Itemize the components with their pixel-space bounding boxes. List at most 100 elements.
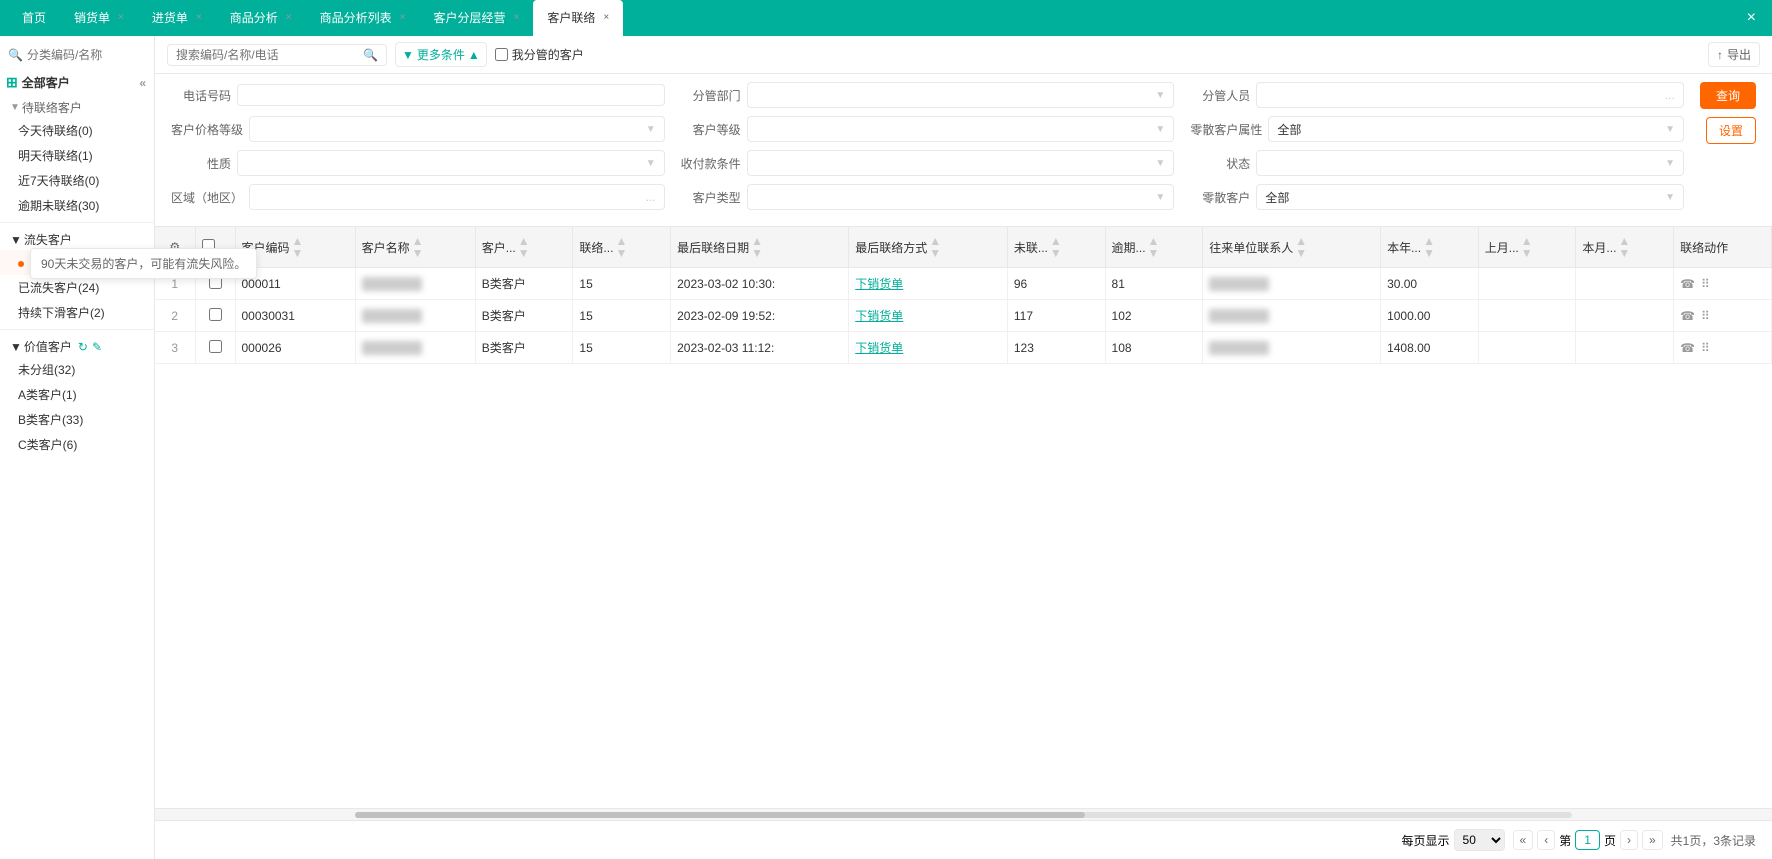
horizontal-scrollbar[interactable]: [155, 808, 1772, 820]
per-page-dropdown[interactable]: 50 100 200: [1454, 829, 1505, 851]
sidebar-search-input[interactable]: [27, 48, 146, 62]
nav-product-analysis[interactable]: 商品分析 ×: [216, 0, 306, 36]
pending-contact-group[interactable]: ▼ 待联络客户: [0, 95, 154, 118]
nav-customer-contact[interactable]: 客户联络 ×: [533, 0, 623, 36]
col-not-contacted[interactable]: 未联... ▲▼: [1007, 227, 1105, 268]
sidebar-item-class-b[interactable]: B类客户(33): [0, 407, 154, 432]
refresh-icon[interactable]: ↻: [78, 340, 88, 354]
sidebar-item-overdue-pending[interactable]: 逾期未联络(30): [0, 193, 154, 218]
sidebar-item-tomorrow-pending[interactable]: 明天待联络(1): [0, 143, 154, 168]
type-sort[interactable]: ▲▼: [518, 235, 530, 259]
collapse-icon[interactable]: «: [139, 76, 146, 90]
status-select[interactable]: ▼: [1256, 150, 1684, 176]
value-customer-group[interactable]: ▼ 价值客户 ↻ ✎: [0, 334, 154, 357]
scroll-thumb[interactable]: [355, 812, 1085, 818]
prev-page-button[interactable]: ‹: [1537, 830, 1555, 850]
gender-select[interactable]: ▼: [237, 150, 665, 176]
zero-retail-field: 零散客户 全部 ▼: [1190, 184, 1684, 210]
sidebar-item-ungrouped[interactable]: 未分组(32): [0, 357, 154, 382]
col-name[interactable]: 客户名称 ▲▼: [355, 227, 475, 268]
name-sort[interactable]: ▲▼: [412, 235, 424, 259]
close-sales-order[interactable]: ×: [118, 0, 124, 36]
table-row: 1 000011 B类客户 15 2023-03-02 10:30: 下销货单 …: [155, 268, 1772, 300]
row1-action-icons: ☎ ⠿: [1680, 277, 1765, 291]
nav-purchase-order[interactable]: 进货单 ×: [138, 0, 216, 36]
search-button[interactable]: 🔍: [363, 48, 378, 62]
row3-last-method[interactable]: 下销货单: [849, 332, 1008, 364]
col-last-contact-method[interactable]: 最后联络方式 ▲▼: [849, 227, 1008, 268]
nav-home[interactable]: 首页: [8, 0, 60, 36]
col-last-month[interactable]: 上月... ▲▼: [1478, 227, 1576, 268]
nav-customer-segmentation[interactable]: 客户分层经营 ×: [419, 0, 533, 36]
search-input[interactable]: [176, 48, 363, 62]
col-last-contact-date[interactable]: 最后联络日期 ▲▼: [671, 227, 849, 268]
nav-product-analysis-list[interactable]: 商品分析列表 ×: [306, 0, 420, 36]
dept-caret: ▼: [1155, 90, 1165, 101]
row2-checkbox[interactable]: [195, 300, 235, 332]
col-overdue[interactable]: 逾期... ▲▼: [1105, 227, 1203, 268]
current-page[interactable]: 1: [1575, 830, 1600, 850]
zero-retail-select[interactable]: 全部 ▼: [1256, 184, 1684, 210]
sidebar-item-7day-pending[interactable]: 近7天待联络(0): [0, 168, 154, 193]
close-product-analysis-list[interactable]: ×: [400, 0, 406, 36]
close-customer-contact[interactable]: ×: [603, 0, 609, 36]
sidebar-item-today-pending[interactable]: 今天待联络(0): [0, 118, 154, 143]
date-sort[interactable]: ▲▼: [751, 235, 763, 259]
row2-more-icon[interactable]: ⠿: [1701, 309, 1710, 323]
code-sort[interactable]: ▲▼: [292, 235, 304, 259]
price-level-select[interactable]: ▼: [249, 116, 665, 142]
row2-last-method[interactable]: 下销货单: [849, 300, 1008, 332]
query-button[interactable]: 查询: [1700, 82, 1756, 109]
not-contacted-sort[interactable]: ▲▼: [1050, 235, 1062, 259]
row3-code: 000026: [235, 332, 355, 364]
zero-attr-select[interactable]: 全部 ▼: [1268, 116, 1684, 142]
last-month-sort[interactable]: ▲▼: [1521, 235, 1533, 259]
close-product-analysis[interactable]: ×: [286, 0, 292, 36]
dept-select[interactable]: ▼: [747, 82, 1175, 108]
more-filter-button[interactable]: ▼ 更多条件 ▲: [395, 42, 487, 67]
close-all-tabs[interactable]: ×: [1739, 9, 1764, 27]
sidebar-item-declining[interactable]: 持续下滑客户(2): [0, 300, 154, 325]
manager-select[interactable]: ...: [1256, 82, 1684, 108]
unit-contact-sort[interactable]: ▲▼: [1295, 235, 1307, 259]
first-page-button[interactable]: «: [1513, 830, 1534, 850]
row3-checkbox[interactable]: [195, 332, 235, 364]
lost-customer-group[interactable]: ▼ 流失客户: [0, 227, 154, 250]
row1-phone-icon[interactable]: ☎: [1680, 277, 1695, 291]
customer-type-select[interactable]: ▼: [747, 184, 1175, 210]
row2-phone-icon[interactable]: ☎: [1680, 309, 1695, 323]
region-select[interactable]: ...: [249, 184, 665, 210]
scroll-track[interactable]: [355, 812, 1572, 818]
settings-button[interactable]: 设置: [1706, 117, 1756, 144]
edit-icon[interactable]: ✎: [92, 340, 102, 354]
last-page-button[interactable]: »: [1642, 830, 1663, 850]
row3-action: ☎ ⠿: [1674, 332, 1772, 364]
customer-level-select[interactable]: ▼: [747, 116, 1175, 142]
this-month-sort[interactable]: ▲▼: [1618, 235, 1630, 259]
my-customers-checkbox[interactable]: [495, 48, 508, 61]
col-customer-type[interactable]: 客户... ▲▼: [475, 227, 573, 268]
my-customers-checkbox-label[interactable]: 我分管的客户: [495, 46, 584, 63]
sidebar-item-class-c[interactable]: C类客户(6): [0, 432, 154, 457]
col-unit-contact[interactable]: 往来单位联系人 ▲▼: [1203, 227, 1381, 268]
row3-more-icon[interactable]: ⠿: [1701, 341, 1710, 355]
close-customer-segmentation[interactable]: ×: [513, 0, 519, 36]
this-year-sort[interactable]: ▲▼: [1423, 235, 1435, 259]
overdue-sort[interactable]: ▲▼: [1148, 235, 1160, 259]
col-this-year[interactable]: 本年... ▲▼: [1381, 227, 1479, 268]
export-button[interactable]: ↑ 导出: [1708, 42, 1760, 67]
phone-input[interactable]: [237, 84, 665, 106]
col-this-month[interactable]: 本月... ▲▼: [1576, 227, 1674, 268]
next-page-button[interactable]: ›: [1620, 830, 1638, 850]
row3-phone-icon[interactable]: ☎: [1680, 341, 1695, 355]
method-sort[interactable]: ▲▼: [929, 235, 941, 259]
contact-sort[interactable]: ▲▼: [615, 235, 627, 259]
close-purchase-order[interactable]: ×: [196, 0, 202, 36]
col-contact[interactable]: 联络... ▲▼: [573, 227, 671, 268]
row1-more-icon[interactable]: ⠿: [1701, 277, 1710, 291]
all-customers-title[interactable]: ⊞ 全部客户 «: [0, 70, 154, 95]
payment-select[interactable]: ▼: [747, 150, 1175, 176]
nav-sales-order[interactable]: 销货单 ×: [60, 0, 138, 36]
sidebar-item-class-a[interactable]: A类客户(1): [0, 382, 154, 407]
row1-last-method[interactable]: 下销货单: [849, 268, 1008, 300]
